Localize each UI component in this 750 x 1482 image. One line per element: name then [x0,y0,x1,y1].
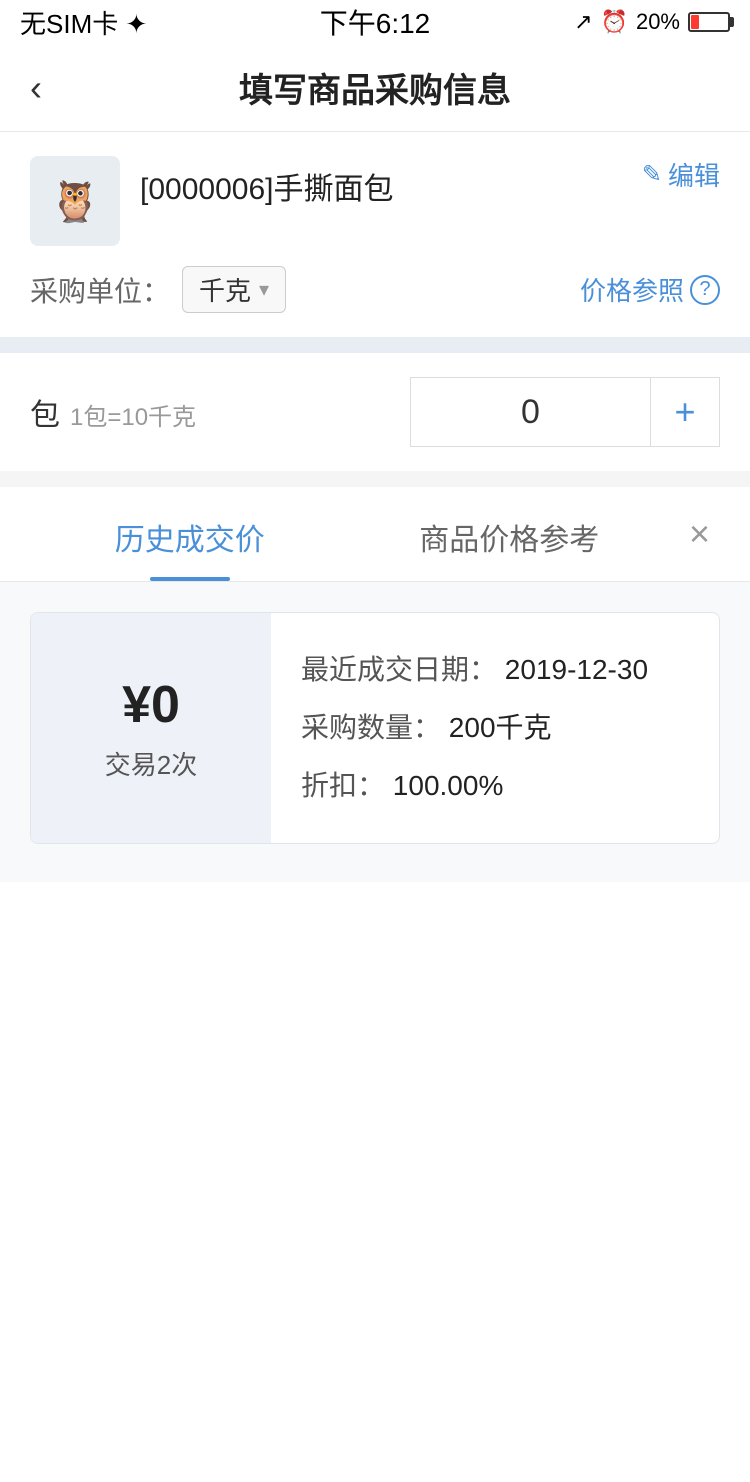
tab-panel: 历史成交价 商品价格参考 × ¥0 交易2次 最近成交日期： 2019-12-3… [0,487,750,882]
alarm-icon: ⏰ [601,9,628,35]
unit-label: 采购单位： [30,270,170,310]
status-left: 无SIM卡 ✦ [20,4,147,41]
date-value: 2019-12-30 [505,654,648,685]
quantity-plus-button[interactable]: + [650,377,720,447]
location-icon: ↗ [574,9,592,35]
qty-conversion: 1包=10千克 [70,397,196,432]
tab-header: 历史成交价 商品价格参考 × [0,487,750,582]
tab-active-indicator [150,577,230,581]
product-name: [0000006]手撕面包 [140,164,393,208]
quantity-input-group: + [410,377,720,447]
bottom-space [0,882,750,1482]
qty-detail-label: 采购数量： [301,712,441,743]
content-area: ¥0 交易2次 最近成交日期： 2019-12-30 采购数量： 200千克 折… [0,582,750,882]
qty-unit: 包 [30,390,60,434]
battery-icon [688,12,730,32]
product-card: 🦉 [0000006]手撕面包 ✎ 编辑 采购单位： 千克 ▾ 价格参照 ? [0,132,750,337]
quantity-label: 包 1包=10千克 [30,390,196,434]
product-logo-icon: 🦉 [50,178,100,225]
transaction-card: ¥0 交易2次 最近成交日期： 2019-12-30 采购数量： 200千克 折… [30,612,720,844]
status-right: ↗ ⏰ 20% [574,9,730,35]
tab-price-ref[interactable]: 商品价格参考 [349,487,668,581]
transaction-price: ¥0 [122,675,180,735]
quantity-row: 包 1包=10千克 + [0,353,750,471]
edit-label: 编辑 [668,156,720,193]
discount-label: 折扣： [301,770,385,801]
product-unit-row: 采购单位： 千克 ▾ 价格参照 ? [30,266,720,313]
status-bar: 无SIM卡 ✦ 下午6:12 ↗ ⏰ 20% [0,0,750,44]
carrier-text: 无SIM卡 ✦ [20,4,147,41]
status-time: 下午6:12 [320,2,431,42]
detail-date-row: 最近成交日期： 2019-12-30 [301,649,689,691]
edit-icon: ✎ [642,160,662,189]
help-icon: ? [690,275,720,305]
price-ref-button[interactable]: 价格参照 ? [580,271,720,308]
unit-value: 千克 [199,271,251,308]
tab1-label: 历史成交价 [115,524,265,557]
detail-discount-row: 折扣： 100.00% [301,765,689,807]
tab-history-price[interactable]: 历史成交价 [30,487,349,581]
date-label: 最近成交日期： [301,654,497,685]
quantity-input[interactable] [410,377,650,447]
nav-bar: ‹ 填写商品采购信息 [0,44,750,132]
battery-pct-text: 20% [636,9,680,35]
discount-value: 100.00% [393,770,504,801]
product-thumbnail: 🦉 [30,156,120,246]
product-header: 🦉 [0000006]手撕面包 ✎ 编辑 [30,156,720,246]
page-title: 填写商品采购信息 [239,63,511,112]
tab-close-button[interactable]: × [679,503,720,565]
price-ref-label: 价格参照 [580,271,684,308]
back-button[interactable]: ‹ [30,57,62,119]
qty-detail-value: 200千克 [449,712,552,743]
edit-button[interactable]: ✎ 编辑 [642,156,720,193]
transaction-count: 交易2次 [105,745,197,782]
transaction-price-section: ¥0 交易2次 [31,613,271,843]
section-divider [0,337,750,353]
tab2-label: 商品价格参考 [419,524,599,557]
product-info: 🦉 [0000006]手撕面包 [30,156,642,246]
transaction-details: 最近成交日期： 2019-12-30 采购数量： 200千克 折扣： 100.0… [271,613,719,843]
unit-select[interactable]: 千克 ▾ [182,266,286,313]
detail-qty-row: 采购数量： 200千克 [301,707,689,749]
chevron-down-icon: ▾ [259,277,269,302]
